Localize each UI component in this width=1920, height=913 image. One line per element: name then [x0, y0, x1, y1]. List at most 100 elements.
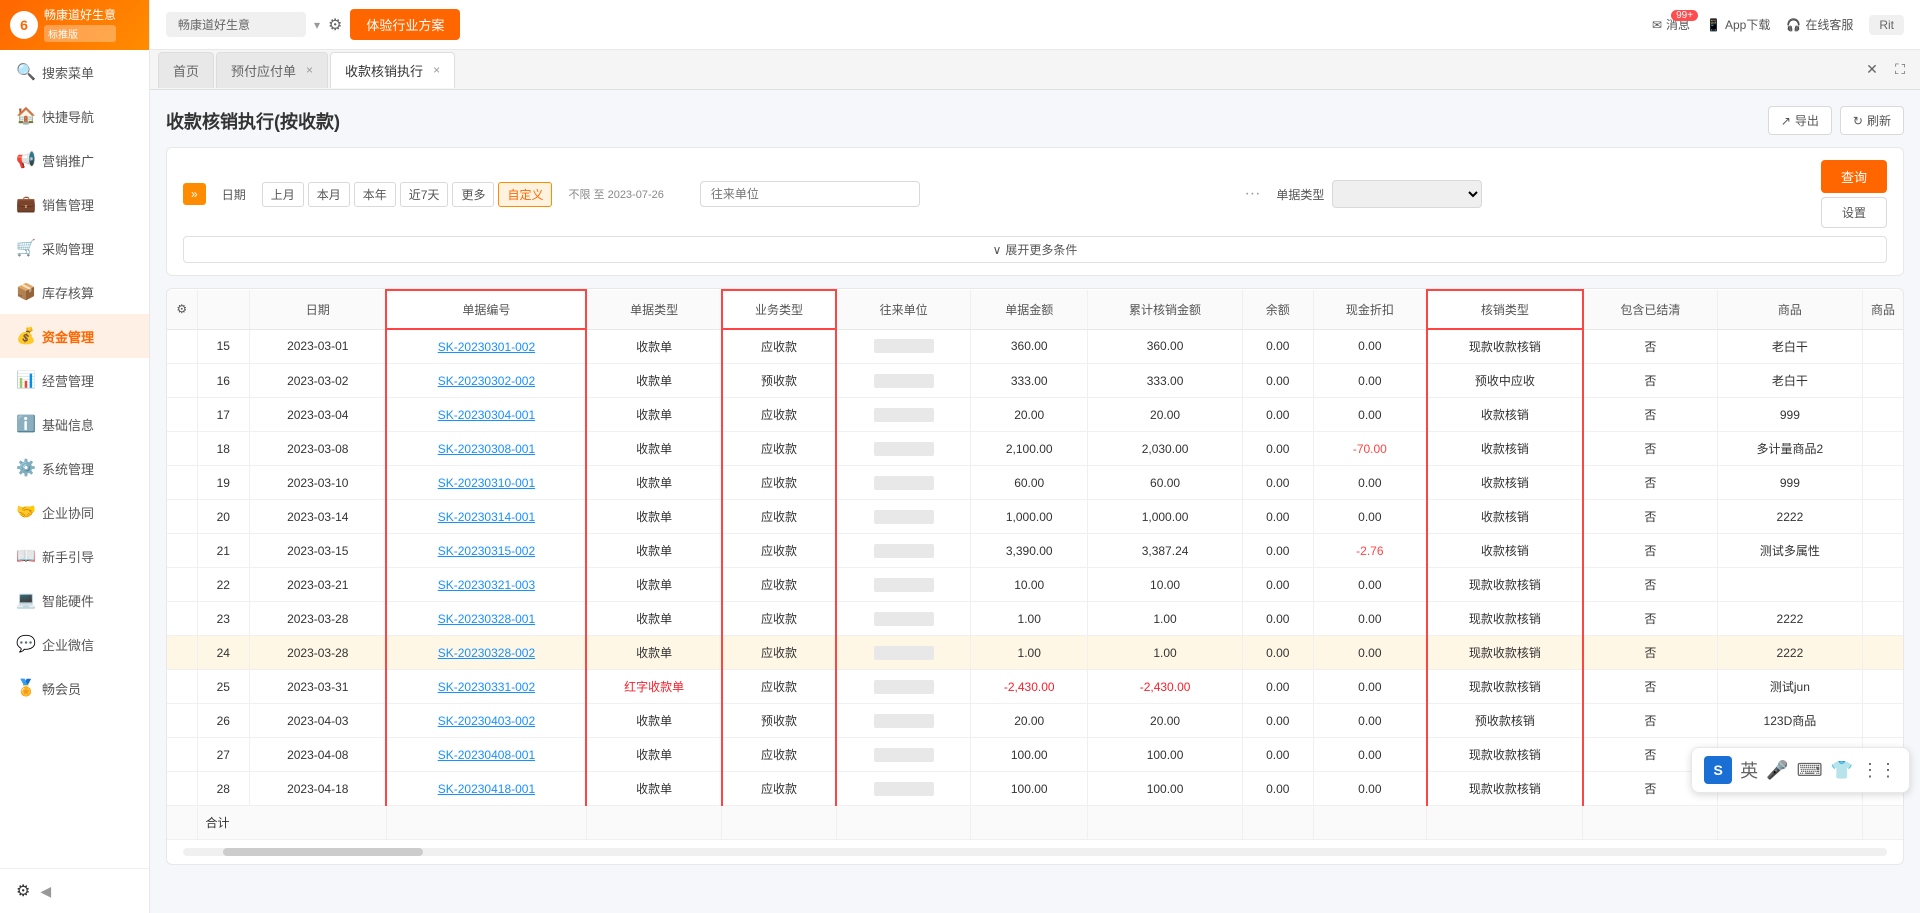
cell-settings [167, 602, 197, 636]
bill-no-link[interactable]: SK-20230321-003 [438, 578, 535, 592]
cell-cum-cancel: 100.00 [1088, 738, 1242, 772]
filter-more-dots[interactable]: ··· [1244, 185, 1260, 203]
bill-type-select[interactable] [1332, 180, 1482, 208]
topbar-user-name[interactable]: Rit [1869, 15, 1904, 35]
tab-close-all-icon[interactable]: ✕ [1860, 58, 1884, 82]
cell-no: 24 [197, 636, 250, 670]
sidebar-item-sales[interactable]: 💼销售管理 [0, 182, 149, 226]
unit-filter-input[interactable] [700, 181, 920, 207]
sidebar-item-guide[interactable]: 📖新手引导 [0, 534, 149, 578]
table-row: 19 2023-03-10 SK-20230310-001 收款单 应收款 60… [167, 466, 1903, 500]
sidebar-item-basic-info[interactable]: ℹ️基础信息 [0, 402, 149, 446]
date-btn-more[interactable]: 更多 [452, 182, 494, 207]
cell-date: 2023-04-08 [250, 738, 387, 772]
cell-cancel-type: 收款核销 [1427, 500, 1583, 534]
cell-settings [167, 466, 197, 500]
inventory-icon: 📦 [16, 282, 34, 302]
refresh-button[interactable]: ↻ 刷新 [1840, 106, 1904, 135]
ft-grid-icon[interactable]: ⋮⋮ [1861, 760, 1897, 781]
sidebar-nav: 🔍搜索菜单 🏠快捷导航 📢营销推广 💼销售管理 🛒采购管理 📦库存核算 💰资金管… [0, 50, 149, 868]
th-amount: 单据金额 [971, 290, 1088, 329]
cell-goods: 多计量商品2 [1717, 432, 1862, 466]
tab-collection-close[interactable]: × [433, 63, 440, 77]
cell-unit [836, 432, 970, 466]
topbar-online-service[interactable]: 🎧 在线客服 [1786, 16, 1853, 33]
data-table: ⚙ 日期 单据编号 单据类型 业务类型 往来单位 单据金额 累计核销金额 余额 … [166, 288, 1904, 865]
settings-icon[interactable]: ⚙ [16, 881, 30, 901]
cell-balance: 0.00 [1242, 398, 1313, 432]
cell-cum-cancel: 1.00 [1088, 636, 1242, 670]
tab-collection-exec[interactable]: 收款核销执行 × [330, 52, 455, 88]
ft-keyboard-icon[interactable]: ⌨ [1797, 760, 1823, 781]
table-header-row: ⚙ 日期 单据编号 单据类型 业务类型 往来单位 单据金额 累计核销金额 余额 … [167, 290, 1903, 329]
sidebar-item-search-menu[interactable]: 🔍搜索菜单 [0, 50, 149, 94]
cell-bill-type: 收款单 [586, 329, 721, 364]
sidebar-item-operations[interactable]: 📊经营管理 [0, 358, 149, 402]
message-badge: 99+ [1671, 10, 1698, 21]
tab-prepay-close[interactable]: × [306, 63, 313, 77]
date-btn-last-month[interactable]: 上月 [262, 182, 304, 207]
bill-no-link[interactable]: SK-20230304-001 [438, 408, 535, 422]
sidebar-item-wechat[interactable]: 💬企业微信 [0, 622, 149, 666]
bill-no-link[interactable]: SK-20230315-002 [438, 544, 535, 558]
cell-cancel-type: 现款收款核销 [1427, 670, 1583, 704]
cell-balance: 0.00 [1242, 704, 1313, 738]
bill-no-link[interactable]: SK-20230308-001 [438, 442, 535, 456]
cell-biz-type: 应收款 [722, 738, 836, 772]
cell-settings [167, 738, 197, 772]
sidebar-item-inventory[interactable]: 📦库存核算 [0, 270, 149, 314]
sidebar-item-marketing[interactable]: 📢营销推广 [0, 138, 149, 182]
date-btn-custom[interactable]: 自定义 [498, 182, 552, 207]
date-btn-this-month[interactable]: 本月 [308, 182, 350, 207]
bill-no-link[interactable]: SK-20230408-001 [438, 748, 535, 762]
query-button[interactable]: 查询 [1821, 160, 1887, 193]
export-button[interactable]: ↗ 导出 [1768, 106, 1832, 135]
bill-no-link[interactable]: SK-20230310-001 [438, 476, 535, 490]
solution-button[interactable]: 体验行业方案 [350, 9, 460, 40]
cell-bill-no: SK-20230328-001 [386, 602, 586, 636]
bill-no-link[interactable]: SK-20230403-002 [438, 714, 535, 728]
bill-no-link[interactable]: SK-20230418-001 [438, 782, 535, 796]
tab-home[interactable]: 首页 [158, 52, 214, 88]
table-row: 22 2023-03-21 SK-20230321-003 收款单 应收款 10… [167, 568, 1903, 602]
sidebar: 6 畅康道好生意 标推版 🔍搜索菜单 🏠快捷导航 📢营销推广 💼销售管理 🛒采购… [0, 0, 150, 913]
cell-date: 2023-03-14 [250, 500, 387, 534]
sidebar-item-enterprise[interactable]: 🤝企业协同 [0, 490, 149, 534]
filter-expand-button[interactable]: » [183, 183, 206, 205]
tab-prepay-order[interactable]: 预付应付单 × [216, 52, 328, 88]
cell-bill-type: 收款单 [586, 364, 721, 398]
ft-shirt-icon[interactable]: 👕 [1831, 760, 1853, 781]
cell-bill-type: 收款单 [586, 398, 721, 432]
system-icon: ⚙️ [16, 458, 34, 478]
expand-more-button[interactable]: ∨ 展开更多条件 [183, 236, 1887, 263]
cell-goods [1717, 568, 1862, 602]
bill-no-link[interactable]: SK-20230302-002 [438, 374, 535, 388]
tab-fullscreen-icon[interactable]: ⛶ [1888, 58, 1912, 82]
cell-goods2 [1862, 364, 1903, 398]
col-gear-icon[interactable]: ⚙ [176, 302, 187, 316]
ft-english-icon[interactable]: 英 [1740, 757, 1758, 783]
ft-mic-icon[interactable]: 🎤 [1766, 760, 1788, 781]
bill-no-link[interactable]: SK-20230314-001 [438, 510, 535, 524]
topbar-message[interactable]: ✉ 消息 99+ [1652, 16, 1690, 33]
horizontal-scrollbar[interactable] [183, 848, 1887, 856]
sidebar-item-member[interactable]: 🏅畅会员 [0, 666, 149, 710]
topbar-gear-icon[interactable]: ⚙ [328, 15, 342, 35]
bill-no-link[interactable]: SK-20230301-002 [438, 340, 535, 354]
sidebar-item-hardware[interactable]: 💻智能硬件 [0, 578, 149, 622]
sidebar-item-quick-nav[interactable]: 🏠快捷导航 [0, 94, 149, 138]
scrollbar-thumb[interactable] [223, 848, 423, 856]
bill-no-link[interactable]: SK-20230331-002 [438, 680, 535, 694]
sidebar-item-system[interactable]: ⚙️系统管理 [0, 446, 149, 490]
topbar-app-download[interactable]: 📱 App下载 [1706, 16, 1770, 33]
bill-no-link[interactable]: SK-20230328-001 [438, 612, 535, 626]
setting-button[interactable]: 设置 [1821, 197, 1887, 228]
date-btn-7days[interactable]: 近7天 [400, 182, 449, 207]
bill-no-link[interactable]: SK-20230328-002 [438, 646, 535, 660]
table-row: 16 2023-03-02 SK-20230302-002 收款单 预收款 33… [167, 364, 1903, 398]
sidebar-item-purchase[interactable]: 🛒采购管理 [0, 226, 149, 270]
date-btn-this-year[interactable]: 本年 [354, 182, 396, 207]
collapse-icon[interactable]: ◀ [40, 883, 51, 900]
sidebar-item-finance[interactable]: 💰资金管理 [0, 314, 149, 358]
topbar-dropdown-arrow[interactable]: ▾ [314, 18, 320, 32]
